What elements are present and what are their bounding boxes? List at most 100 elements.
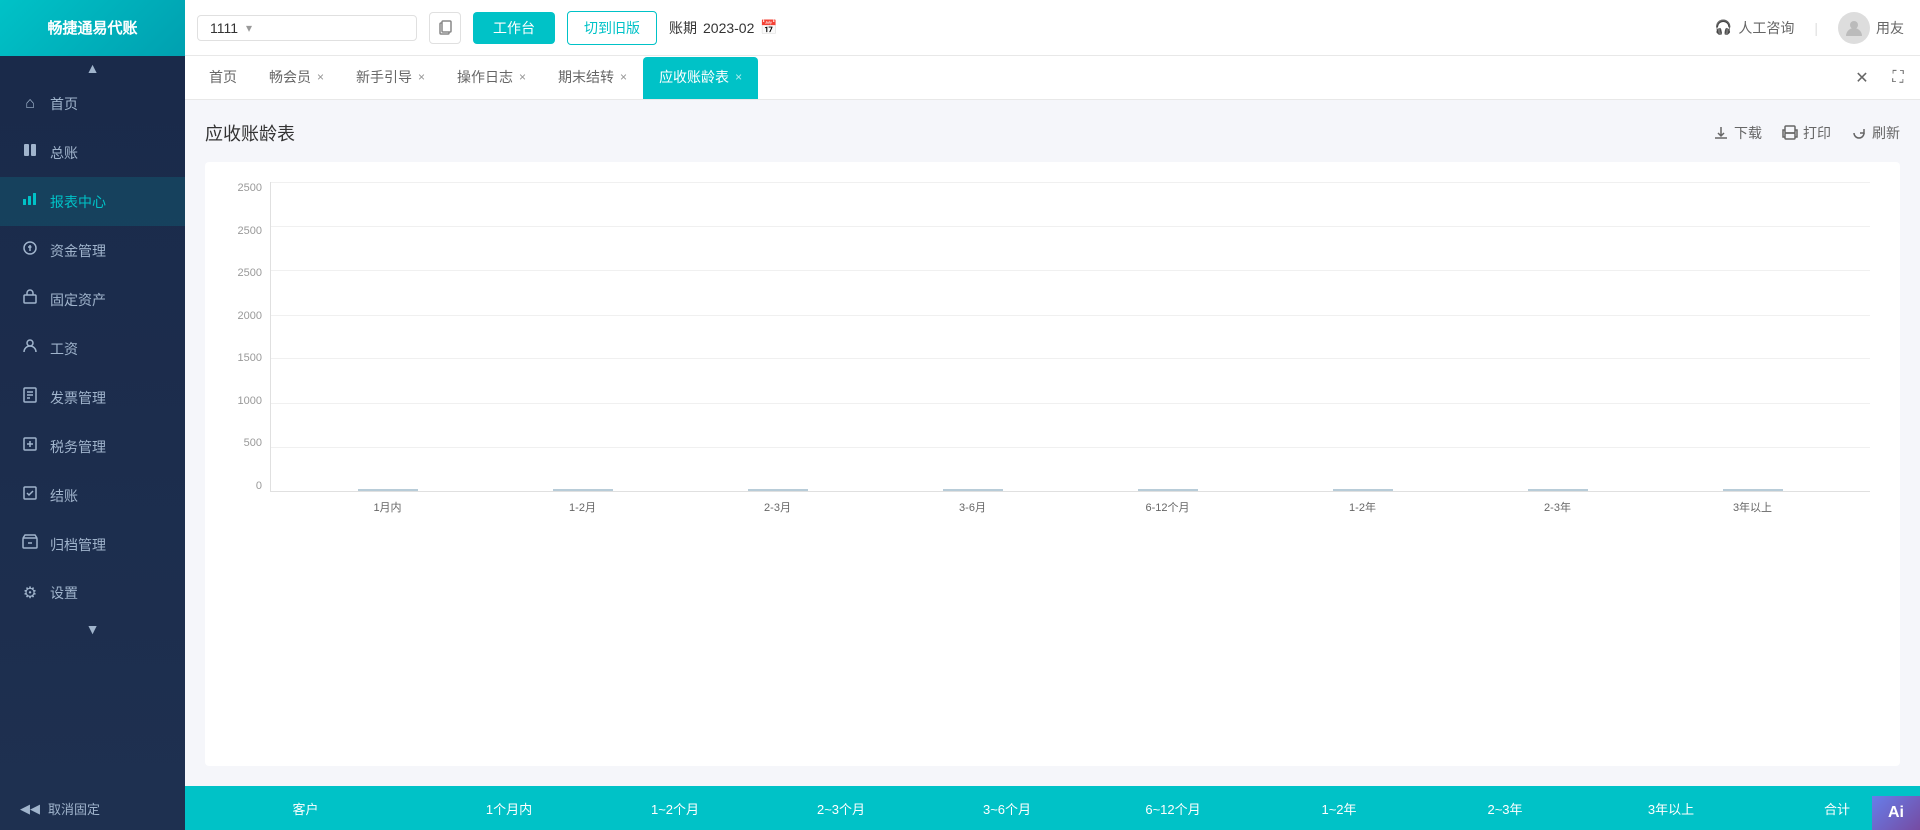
sidebar-item-archive[interactable]: 归档管理 [0,520,185,569]
sidebar-label-ledger: 总账 [50,143,78,163]
maximize-tab-button[interactable]: ⛶ [1884,64,1912,92]
tabs-bar: 首页 畅会员 × 新手引导 × 操作日志 × 期末结转 × 应收账龄表 × [185,56,1920,100]
funds-icon [20,240,40,261]
sidebar-scroll-down[interactable]: ▼ [0,617,185,641]
sidebar-item-reports[interactable]: 报表中心 [0,177,185,226]
sidebar-item-salary[interactable]: 工资 [0,324,185,373]
tab-period-end-close[interactable]: × [620,70,627,84]
tabs-actions: ✕ ⛶ [1848,64,1912,92]
y-label-0: 0 [256,480,262,492]
sidebar-item-tax[interactable]: 税务管理 [0,422,185,471]
y-label-2500-3: 2500 [238,267,262,279]
tab-oplog-close[interactable]: × [519,70,526,84]
chart-plot [270,182,1870,492]
sidebar-item-assets[interactable]: 固定资产 [0,275,185,324]
sidebar-label-settings: 设置 [50,583,78,603]
tab-period-end-label: 期末结转 [558,67,614,87]
pin-icon: ◀◀ [20,801,40,817]
th-2-3month: 2~3个月 [758,799,924,818]
bar-group-1 [291,489,486,491]
logo-area: 畅捷通易代账 [0,0,185,56]
workbench-button[interactable]: 工作台 [473,12,555,44]
sidebar-label-invoice: 发票管理 [50,388,106,408]
x-axis: 1月内 1-2月 2-3月 3-6月 6-12个月 1-2年 2-3年 3年以上 [270,492,1870,522]
bar-1-2month [553,489,613,491]
th-1-2year: 1~2年 [1256,799,1422,818]
sidebar-item-checkout[interactable]: 结账 [0,471,185,520]
download-icon [1713,125,1729,141]
assets-icon [20,289,40,310]
tab-oplog-label: 操作日志 [457,67,513,87]
sidebar-label-checkout: 结账 [50,486,78,506]
switch-version-button[interactable]: 切到旧版 [567,11,657,45]
tab-guide[interactable]: 新手引导 × [340,57,441,99]
y-label-500: 500 [244,437,262,449]
headset-icon: 🎧 [1715,19,1732,36]
th-3plus-year: 3年以上 [1588,799,1754,818]
consultant-area[interactable]: 🎧 人工咨询 [1715,18,1794,38]
tab-guide-close[interactable]: × [418,70,425,84]
bar-group-7 [1460,489,1655,491]
archive-icon [20,534,40,555]
th-1month: 1个月内 [426,799,592,818]
bar-2-3month [748,489,808,491]
bar-group-2 [486,489,681,491]
tab-aging-close[interactable]: × [735,70,742,84]
tab-aging[interactable]: 应收账龄表 × [643,57,758,99]
download-button[interactable]: 下载 [1713,123,1762,143]
y-label-1500: 1500 [238,352,262,364]
tab-period-end[interactable]: 期末结转 × [542,57,643,99]
ledger-icon [20,142,40,163]
calendar-icon[interactable]: 📅 [760,19,777,36]
sidebar-label-archive: 归档管理 [50,535,106,555]
avatar [1838,12,1870,44]
page-content: 应收账龄表 下载 打印 [185,100,1920,786]
th-1-2month: 1~2个月 [592,799,758,818]
main-layout: ▲ ⌂ 首页 总账 报表中心 资金管理 固定资产 [0,56,1920,830]
bar-group-3 [681,489,876,491]
bar-group-4 [876,489,1071,491]
consultant-label: 人工咨询 [1738,18,1794,38]
home-icon: ⌂ [20,95,40,113]
tab-home-label: 首页 [209,67,237,87]
sidebar-item-settings[interactable]: ⚙ 设置 [0,569,185,617]
period-label: 账期 [669,18,697,38]
tab-member-label: 畅会员 [269,67,311,87]
sidebar-label-tax: 税务管理 [50,437,106,457]
y-label-1000: 1000 [238,395,262,407]
table-header: 客户 1个月内 1~2个月 2~3个月 3~6个月 6~12个月 1~2年 2~… [185,786,1920,830]
tab-member-close[interactable]: × [317,70,324,84]
salary-icon [20,338,40,359]
cancel-fixed-button[interactable]: ◀◀ 取消固定 [0,787,185,830]
sidebar-item-ledger[interactable]: 总账 [0,128,185,177]
sidebar-label-salary: 工资 [50,339,78,359]
page-title: 应收账龄表 [205,120,295,146]
x-label-6: 1-2年 [1265,499,1460,515]
page-header: 应收账龄表 下载 打印 [205,120,1900,146]
bar-1month [358,489,418,491]
content-area: 首页 畅会员 × 新手引导 × 操作日志 × 期末结转 × 应收账龄表 × [185,56,1920,830]
company-selector[interactable]: 1111 ▾ [197,15,417,41]
x-label-4: 3-6月 [875,499,1070,515]
period-area: 账期 2023-02 📅 [669,18,778,38]
x-label-3: 2-3月 [680,499,875,515]
tax-icon [20,436,40,457]
user-area[interactable]: 用友 [1838,12,1904,44]
print-button[interactable]: 打印 [1782,123,1831,143]
tab-home[interactable]: 首页 [193,57,253,99]
tab-oplog[interactable]: 操作日志 × [441,57,542,99]
close-tab-button[interactable]: ✕ [1848,64,1876,92]
sidebar-item-invoice[interactable]: 发票管理 [0,373,185,422]
tab-member[interactable]: 畅会员 × [253,57,340,99]
copy-button[interactable] [429,12,461,44]
sidebar-item-home[interactable]: ⌂ 首页 [0,80,185,128]
sidebar-item-funds[interactable]: 资金管理 [0,226,185,275]
user-name: 用友 [1876,18,1904,38]
sidebar-label-reports: 报表中心 [50,192,106,212]
tab-aging-label: 应收账龄表 [659,67,729,87]
ai-badge[interactable]: Ai [1872,796,1920,830]
th-2-3year: 2~3年 [1422,799,1588,818]
invoice-icon [20,387,40,408]
sidebar-scroll-up[interactable]: ▲ [0,56,185,80]
refresh-button[interactable]: 刷新 [1851,123,1900,143]
